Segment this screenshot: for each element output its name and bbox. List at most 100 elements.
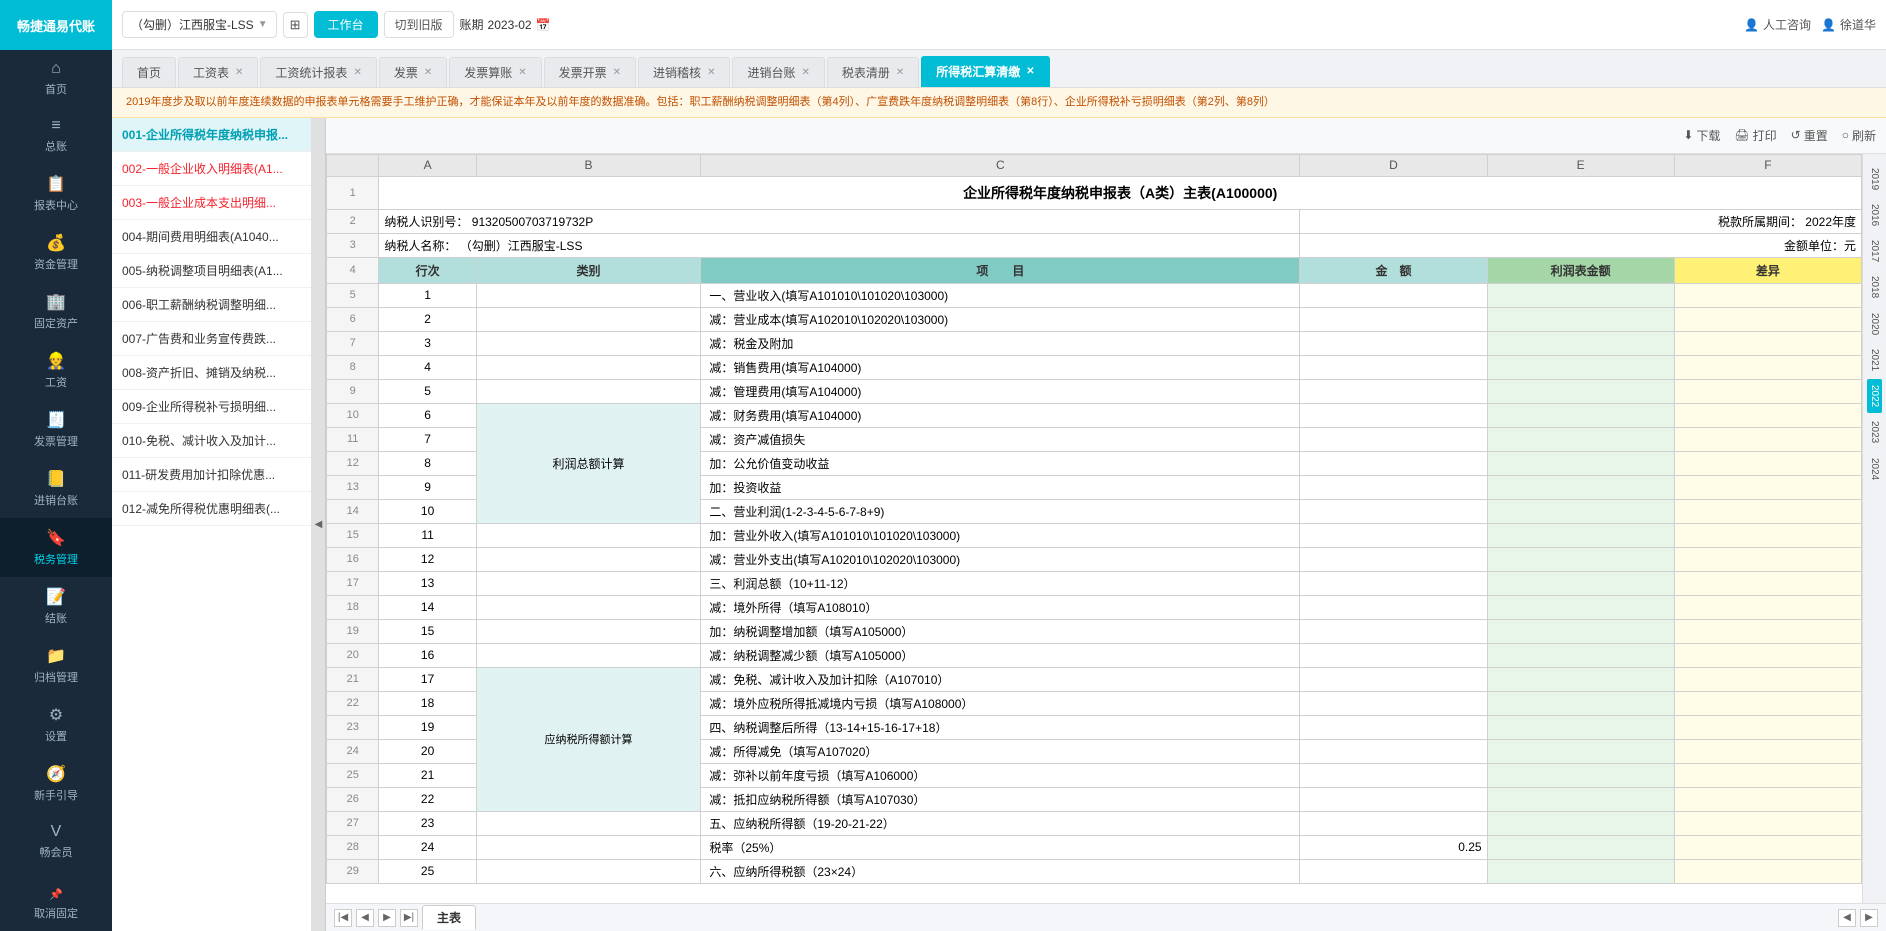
cell-input[interactable]: [1305, 864, 1481, 879]
cell-input[interactable]: [1305, 600, 1481, 615]
sidebar-unpin-button[interactable]: 📌 取消固定: [0, 878, 112, 931]
cell-input[interactable]: [1493, 600, 1669, 615]
cell-input[interactable]: [1493, 744, 1669, 759]
year-item-2020[interactable]: 2020: [1867, 307, 1882, 341]
scroll-left-btn[interactable]: ◀: [1838, 909, 1856, 927]
cell-input[interactable]: [1305, 408, 1481, 423]
tab-payroll-stats[interactable]: 工资统计报表✕: [260, 57, 376, 87]
year-item-2024[interactable]: 2024: [1867, 452, 1882, 486]
cell-input[interactable]: [1680, 528, 1856, 543]
sheet-tab-main[interactable]: 主表: [422, 905, 476, 930]
sheet-nav-next[interactable]: ▶: [378, 909, 396, 927]
cell-input[interactable]: [1493, 504, 1669, 519]
sidebar-item-close[interactable]: 📝 结账: [0, 577, 112, 636]
tab-income-tax[interactable]: 所得税汇算清缴✕: [921, 56, 1049, 87]
cell-input[interactable]: [1305, 312, 1481, 327]
cell-input[interactable]: [1305, 816, 1481, 831]
cell-input[interactable]: [1305, 288, 1481, 303]
workbench-button[interactable]: 工作台: [314, 11, 378, 38]
user-profile[interactable]: 👤 徐道华: [1821, 16, 1876, 33]
sheet-nav-prev[interactable]: ◀: [356, 909, 374, 927]
close-icon[interactable]: ✕: [424, 67, 432, 78]
cell-input[interactable]: [1305, 768, 1481, 783]
cell-input[interactable]: [1680, 456, 1856, 471]
year-item-2018[interactable]: 2018: [1867, 270, 1882, 304]
cell-input[interactable]: [1493, 576, 1669, 591]
year-item-2019[interactable]: 2019: [1867, 162, 1882, 196]
cell-input[interactable]: [1305, 336, 1481, 351]
cell-input[interactable]: [1305, 480, 1481, 495]
cell-input[interactable]: [1680, 744, 1856, 759]
copy-icon-button[interactable]: ⊞: [283, 12, 308, 38]
year-item-2023[interactable]: 2023: [1867, 415, 1882, 449]
cell-input[interactable]: [1493, 408, 1669, 423]
cell-input[interactable]: [1680, 672, 1856, 687]
tab-invoice-open[interactable]: 发票开票✕: [544, 57, 636, 87]
cell-input[interactable]: [1680, 624, 1856, 639]
cell-input[interactable]: [1493, 792, 1669, 807]
form-item-005[interactable]: 005-纳税调整项目明细表(A1...: [112, 254, 311, 288]
sidebar-item-reports[interactable]: 📋 报表中心: [0, 164, 112, 223]
cell-input[interactable]: [1680, 576, 1856, 591]
cell-input[interactable]: [1680, 840, 1856, 855]
form-item-008[interactable]: 008-资产折旧、摊销及纳税...: [112, 356, 311, 390]
cell-input[interactable]: [1493, 432, 1669, 447]
cell-input[interactable]: [1305, 528, 1481, 543]
cell-input[interactable]: [1493, 672, 1669, 687]
cell-input[interactable]: [1305, 552, 1481, 567]
cell-input[interactable]: [1305, 432, 1481, 447]
cell-input[interactable]: [1305, 672, 1481, 687]
tab-sales-audit[interactable]: 进销稽核✕: [638, 57, 730, 87]
cell-input[interactable]: [1680, 360, 1856, 375]
cell-input[interactable]: [1493, 336, 1669, 351]
cell-input[interactable]: [1305, 720, 1481, 735]
cell-input[interactable]: [1493, 312, 1669, 327]
sidebar-item-home[interactable]: ⌂ 首页: [0, 50, 112, 107]
cell-input[interactable]: [1305, 624, 1481, 639]
scroll-right-btn[interactable]: ▶: [1860, 909, 1878, 927]
close-icon[interactable]: ✕: [353, 67, 361, 78]
download-button[interactable]: ⬇ 下载: [1683, 127, 1720, 144]
cell-input[interactable]: [1493, 696, 1669, 711]
close-icon[interactable]: ✕: [518, 67, 526, 78]
cell-input[interactable]: [1680, 816, 1856, 831]
close-icon[interactable]: ✕: [896, 67, 904, 78]
form-item-010[interactable]: 010-免税、减计收入及加计...: [112, 424, 311, 458]
sidebar-item-archive[interactable]: 📁 归档管理: [0, 636, 112, 695]
sidebar-item-funds[interactable]: 💰 资金管理: [0, 223, 112, 282]
close-icon[interactable]: ✕: [235, 67, 243, 78]
close-icon[interactable]: ✕: [613, 67, 621, 78]
company-selector[interactable]: （勾删）江西服宝-LSS ▼: [122, 11, 277, 38]
sidebar-item-sales[interactable]: 📒 进销台账: [0, 459, 112, 518]
form-item-006[interactable]: 006-职工薪酬纳税调整明细...: [112, 288, 311, 322]
tab-invoice-calc[interactable]: 发票算账✕: [449, 57, 541, 87]
sidebar-item-assets[interactable]: 🏢 固定资产: [0, 282, 112, 341]
year-item-2017[interactable]: 2017: [1867, 234, 1882, 268]
sidebar-item-ledger[interactable]: ≡ 总账: [0, 107, 112, 164]
tab-payroll[interactable]: 工资表✕: [178, 57, 258, 87]
cell-input[interactable]: [1680, 408, 1856, 423]
tab-tax-clear[interactable]: 税表清册✕: [827, 57, 919, 87]
cell-input[interactable]: [1493, 720, 1669, 735]
form-item-004[interactable]: 004-期间费用明细表(A1040...: [112, 220, 311, 254]
cell-input[interactable]: [1493, 648, 1669, 663]
cell-input[interactable]: [1305, 456, 1481, 471]
cell-input[interactable]: [1680, 432, 1856, 447]
ai-consult-button[interactable]: 👤 人工咨询: [1744, 16, 1811, 33]
cell-input[interactable]: [1680, 504, 1856, 519]
sidebar-item-payroll[interactable]: 👷 工资: [0, 341, 112, 400]
sidebar-item-tax[interactable]: 🔖 税务管理: [0, 518, 112, 577]
cell-input[interactable]: [1493, 624, 1669, 639]
cell-input[interactable]: [1680, 696, 1856, 711]
form-item-011[interactable]: 011-研发费用加计扣除优惠...: [112, 458, 311, 492]
cell-input[interactable]: [1680, 768, 1856, 783]
form-item-003[interactable]: 003-一般企业成本支出明细...: [112, 186, 311, 220]
sidebar-item-member[interactable]: V 畅会员: [0, 813, 112, 870]
year-item-2022[interactable]: 2022: [1867, 379, 1882, 413]
cell-input[interactable]: [1680, 648, 1856, 663]
cell-input[interactable]: [1680, 864, 1856, 879]
cell-input[interactable]: [1493, 768, 1669, 783]
form-item-009[interactable]: 009-企业所得税补亏损明细...: [112, 390, 311, 424]
tab-home[interactable]: 首页: [122, 57, 176, 87]
cell-input[interactable]: [1305, 648, 1481, 663]
